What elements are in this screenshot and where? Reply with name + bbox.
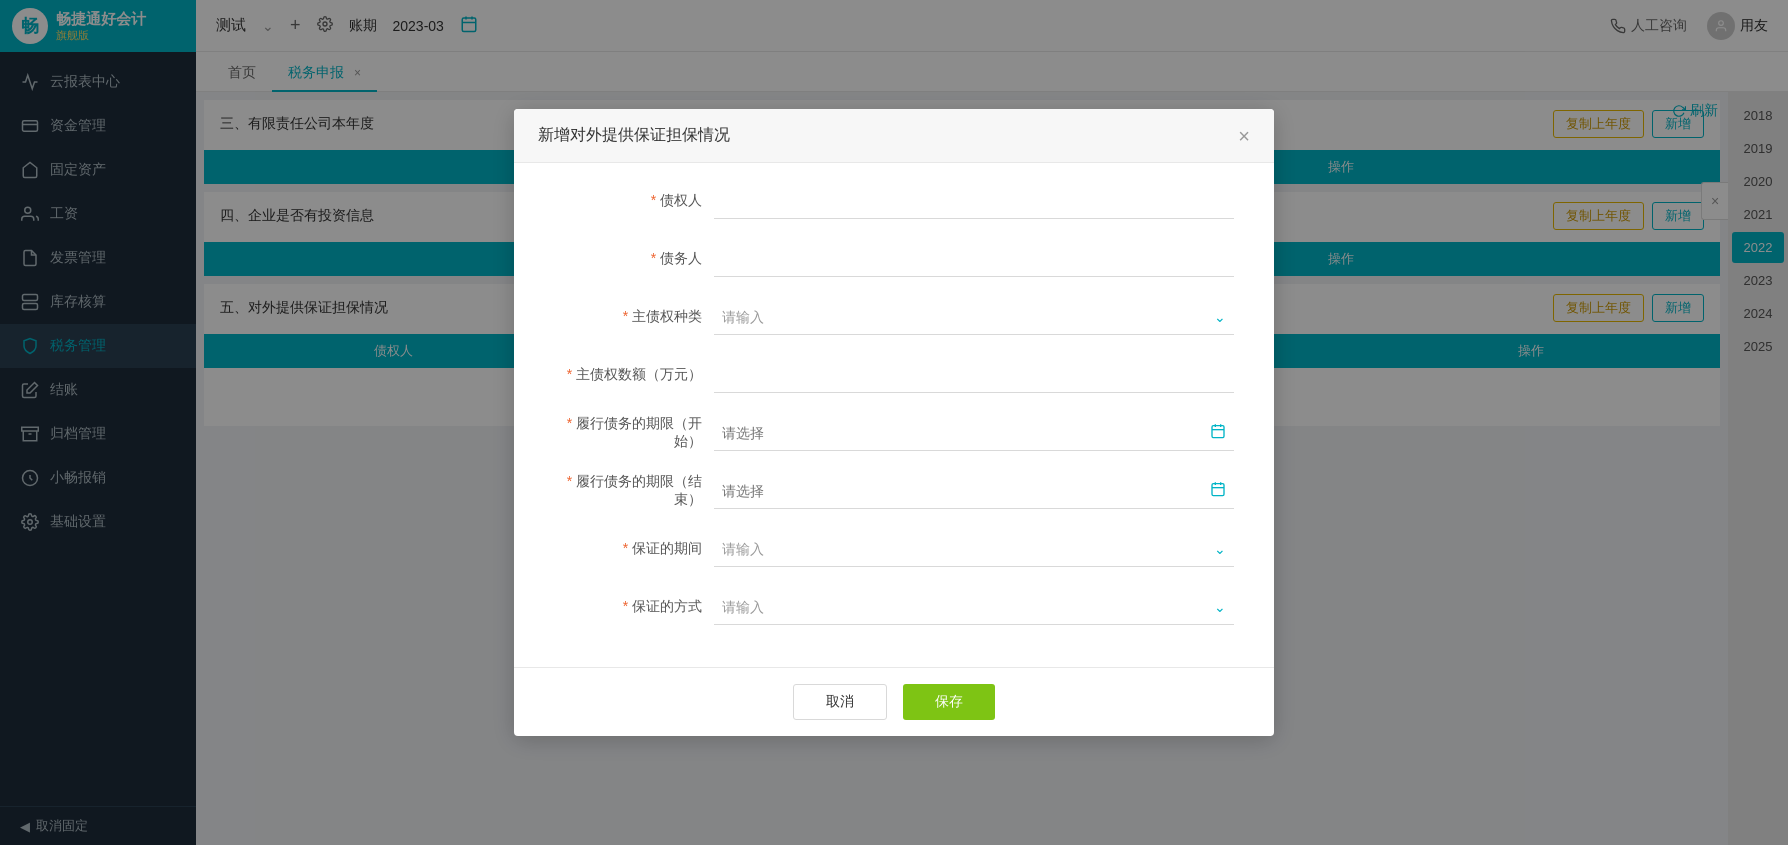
select-debt-type[interactable]: 请输入 — [714, 299, 1234, 335]
dialog-overlay[interactable]: 新增对外提供保证担保情况 × * 债权人 * 债务人 — [0, 0, 1788, 845]
select-wrap-debt-type: 请输入 ⌄ — [714, 299, 1234, 335]
label-debtor: * 债务人 — [554, 250, 714, 268]
input-debt-amount[interactable] — [714, 357, 1234, 393]
required-star-end-date: * — [567, 473, 572, 489]
required-star-debt-type: * — [623, 308, 628, 324]
label-debt-amount: * 主债权数额（万元） — [554, 366, 714, 384]
dialog-body: * 债权人 * 债务人 * 主债权种类 — [514, 163, 1274, 667]
date-wrap-start — [714, 415, 1234, 451]
cancel-button[interactable]: 取消 — [793, 684, 887, 720]
label-start-date: * 履行债务的期限（开始） — [554, 415, 714, 451]
form-row-debt-amount: * 主债权数额（万元） — [554, 357, 1234, 393]
required-star-debt-amount: * — [567, 366, 572, 382]
form-row-creditor: * 债权人 — [554, 183, 1234, 219]
input-debtor[interactable] — [714, 241, 1234, 277]
select-guarantee-method[interactable]: 请输入 — [714, 589, 1234, 625]
dialog-title: 新增对外提供保证担保情况 — [538, 125, 730, 146]
required-star-guarantee-period: * — [623, 540, 628, 556]
required-star-debtor: * — [651, 250, 656, 266]
dialog-footer: 取消 保存 — [514, 667, 1274, 736]
save-button[interactable]: 保存 — [903, 684, 995, 720]
select-wrap-guarantee-method: 请输入 ⌄ — [714, 589, 1234, 625]
label-end-date: * 履行债务的期限（结束） — [554, 473, 714, 509]
input-creditor[interactable] — [714, 183, 1234, 219]
form-row-debt-type: * 主债权种类 请输入 ⌄ — [554, 299, 1234, 335]
label-guarantee-period: * 保证的期间 — [554, 540, 714, 558]
required-star-guarantee-method: * — [623, 598, 628, 614]
label-creditor: * 债权人 — [554, 192, 714, 210]
form-row-debtor: * 债务人 — [554, 241, 1234, 277]
date-wrap-end — [714, 473, 1234, 509]
form-row-start-date: * 履行债务的期限（开始） — [554, 415, 1234, 451]
form-row-guarantee-period: * 保证的期间 请输入 ⌄ — [554, 531, 1234, 567]
label-guarantee-method: * 保证的方式 — [554, 598, 714, 616]
required-star-start-date: * — [567, 415, 572, 431]
form-row-end-date: * 履行债务的期限（结束） — [554, 473, 1234, 509]
select-wrap-guarantee-period: 请输入 ⌄ — [714, 531, 1234, 567]
label-debt-type: * 主债权种类 — [554, 308, 714, 326]
dialog-close-button[interactable]: × — [1238, 126, 1250, 146]
dialog-header: 新增对外提供保证担保情况 × — [514, 109, 1274, 163]
required-star-creditor: * — [651, 192, 656, 208]
date-input-start[interactable] — [714, 415, 1234, 451]
select-guarantee-period[interactable]: 请输入 — [714, 531, 1234, 567]
date-input-end[interactable] — [714, 473, 1234, 509]
add-guarantee-dialog: 新增对外提供保证担保情况 × * 债权人 * 债务人 — [514, 109, 1274, 736]
form-row-guarantee-method: * 保证的方式 请输入 ⌄ — [554, 589, 1234, 625]
